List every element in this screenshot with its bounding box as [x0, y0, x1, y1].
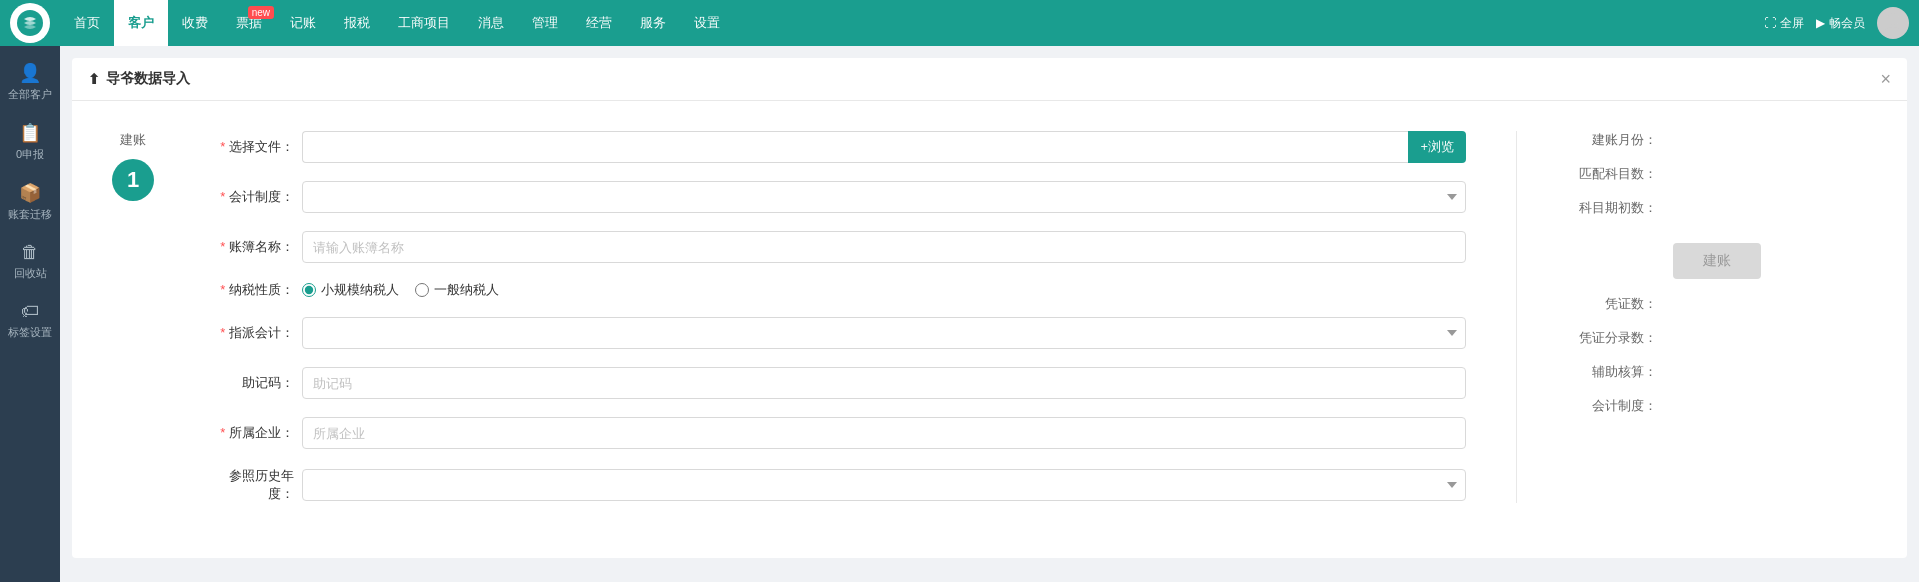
- vertical-divider: [1516, 131, 1517, 503]
- ref-year-label: 参照历史年度：: [214, 467, 294, 503]
- ledger-name-label: 账簿名称：: [214, 238, 294, 256]
- accounting-system-select[interactable]: [302, 181, 1466, 213]
- file-input[interactable]: [302, 131, 1408, 163]
- radio-general-label: 一般纳税人: [434, 281, 499, 299]
- ref-year-row: 参照历史年度：: [214, 467, 1466, 503]
- browse-button[interactable]: +浏览: [1408, 131, 1466, 163]
- svg-point-1: [1887, 13, 1899, 25]
- build-account-button[interactable]: 建账: [1673, 243, 1761, 279]
- user-avatar[interactable]: [1877, 7, 1909, 39]
- nav-right-section: ⛶ 全屏 ▶ 畅会员: [1764, 7, 1909, 39]
- vouchers-label: 凭证数：: [1567, 295, 1657, 313]
- all-customers-icon: 👤: [19, 62, 41, 84]
- build-month-row: 建账月份：: [1567, 131, 1867, 149]
- vouchers-row: 凭证数：: [1567, 295, 1867, 313]
- nav-item-management[interactable]: 管理: [518, 0, 572, 46]
- company-input[interactable]: [302, 417, 1466, 449]
- ref-year-select[interactable]: [302, 469, 1466, 501]
- vip-button[interactable]: ▶ 畅会员: [1816, 15, 1865, 32]
- tax-type-row: 纳税性质： 小规模纳税人 一般纳税人: [214, 281, 1466, 299]
- accounting-system-row: 会计制度：: [214, 181, 1466, 213]
- zero-report-icon: 📋: [19, 122, 41, 144]
- ledger-name-row: 账簿名称：: [214, 231, 1466, 263]
- accountant-row: 指派会计：: [214, 317, 1466, 349]
- nav-item-bookkeeping[interactable]: 记账: [276, 0, 330, 46]
- accountant-label: 指派会计：: [214, 324, 294, 342]
- main-content: ⬆ 导爷数据导入 × 建账 1 选择文件：: [60, 46, 1919, 582]
- modal-header: ⬆ 导爷数据导入 ×: [72, 58, 1907, 101]
- ledger-name-input[interactable]: [302, 231, 1466, 263]
- sidebar-item-zero-report[interactable]: 📋 0申报: [2, 114, 58, 170]
- right-accounting-system-row: 会计制度：: [1567, 397, 1867, 415]
- accountant-select[interactable]: [302, 317, 1466, 349]
- import-icon: ⬆: [88, 71, 100, 87]
- left-form: 选择文件： +浏览 会计制度： 账簿名称：: [214, 131, 1466, 503]
- nav-item-projects[interactable]: 工商项目: [384, 0, 464, 46]
- step-label: 建账: [120, 131, 146, 149]
- nav-item-customers[interactable]: 客户: [114, 0, 168, 46]
- sidebar: 👤 全部客户 📋 0申报 📦 账套迁移 🗑 回收站 🏷 标签设置: [0, 46, 60, 582]
- file-row: 选择文件： +浏览: [214, 131, 1466, 163]
- step-section: 建账 1: [112, 131, 174, 503]
- right-accounting-system-label: 会计制度：: [1567, 397, 1657, 415]
- tax-type-label: 纳税性质：: [214, 281, 294, 299]
- nav-item-messages[interactable]: 消息: [464, 0, 518, 46]
- labels-icon: 🏷: [21, 301, 39, 322]
- right-panel: 建账月份： 匹配科目数： 科目期初数： 建账 凭证数：: [1567, 131, 1867, 503]
- match-subjects-row: 匹配科目数：: [1567, 165, 1867, 183]
- radio-general-input[interactable]: [415, 283, 429, 297]
- aux-accounting-row: 辅助核算：: [1567, 363, 1867, 381]
- radio-general[interactable]: 一般纳税人: [415, 281, 499, 299]
- nav-item-home[interactable]: 首页: [60, 0, 114, 46]
- close-button[interactable]: ×: [1880, 70, 1891, 88]
- nav-item-invoices[interactable]: 票据 new: [222, 0, 276, 46]
- voucher-entries-label: 凭证分录数：: [1567, 329, 1657, 347]
- radio-small-scale-label: 小规模纳税人: [321, 281, 399, 299]
- modal-title: ⬆ 导爷数据导入: [88, 70, 190, 88]
- radio-small-scale-input[interactable]: [302, 283, 316, 297]
- aux-accounting-label: 辅助核算：: [1567, 363, 1657, 381]
- migration-icon: 📦: [19, 182, 41, 204]
- company-label: 所属企业：: [214, 424, 294, 442]
- memo-code-row: 助记码：: [214, 367, 1466, 399]
- nav-item-operations[interactable]: 经营: [572, 0, 626, 46]
- nav-item-fees[interactable]: 收费: [168, 0, 222, 46]
- subjects-init-row: 科目期初数：: [1567, 199, 1867, 217]
- nav-item-settings[interactable]: 设置: [680, 0, 734, 46]
- company-row: 所属企业：: [214, 417, 1466, 449]
- sidebar-item-recycle[interactable]: 🗑 回收站: [2, 234, 58, 289]
- match-subjects-label: 匹配科目数：: [1567, 165, 1657, 183]
- accounting-system-label: 会计制度：: [214, 188, 294, 206]
- app-logo[interactable]: [10, 3, 50, 43]
- sidebar-item-all-customers[interactable]: 👤 全部客户: [2, 54, 58, 110]
- fullscreen-button[interactable]: ⛶ 全屏: [1764, 15, 1804, 32]
- step-circle: 1: [112, 159, 154, 201]
- main-layout: 👤 全部客户 📋 0申报 📦 账套迁移 🗑 回收站 🏷 标签设置 ⬆ 导爷数据导…: [0, 46, 1919, 582]
- svg-point-2: [1883, 27, 1903, 37]
- memo-code-input[interactable]: [302, 367, 1466, 399]
- nav-menu: 首页 客户 收费 票据 new 记账 报税 工商项目 消息 管理 经营 服务 设…: [60, 0, 1764, 46]
- tax-type-radio-group: 小规模纳税人 一般纳税人: [302, 281, 499, 299]
- new-badge: new: [248, 6, 274, 19]
- voucher-entries-row: 凭证分录数：: [1567, 329, 1867, 347]
- top-nav: 首页 客户 收费 票据 new 记账 报税 工商项目 消息 管理 经营 服务 设…: [0, 0, 1919, 46]
- subjects-init-label: 科目期初数：: [1567, 199, 1657, 217]
- build-month-label: 建账月份：: [1567, 131, 1657, 149]
- file-label: 选择文件：: [214, 138, 294, 156]
- nav-item-services[interactable]: 服务: [626, 0, 680, 46]
- memo-code-label: 助记码：: [214, 374, 294, 392]
- fullscreen-icon: ⛶: [1764, 16, 1776, 30]
- form-area: 建账 1 选择文件： +浏览: [72, 101, 1907, 533]
- sidebar-item-labels[interactable]: 🏷 标签设置: [2, 293, 58, 348]
- radio-small-scale[interactable]: 小规模纳税人: [302, 281, 399, 299]
- sidebar-item-migration[interactable]: 📦 账套迁移: [2, 174, 58, 230]
- recycle-icon: 🗑: [21, 242, 39, 263]
- nav-item-tax[interactable]: 报税: [330, 0, 384, 46]
- file-input-wrap: +浏览: [302, 131, 1466, 163]
- modal-card: ⬆ 导爷数据导入 × 建账 1 选择文件：: [72, 58, 1907, 558]
- vip-icon: ▶: [1816, 16, 1825, 30]
